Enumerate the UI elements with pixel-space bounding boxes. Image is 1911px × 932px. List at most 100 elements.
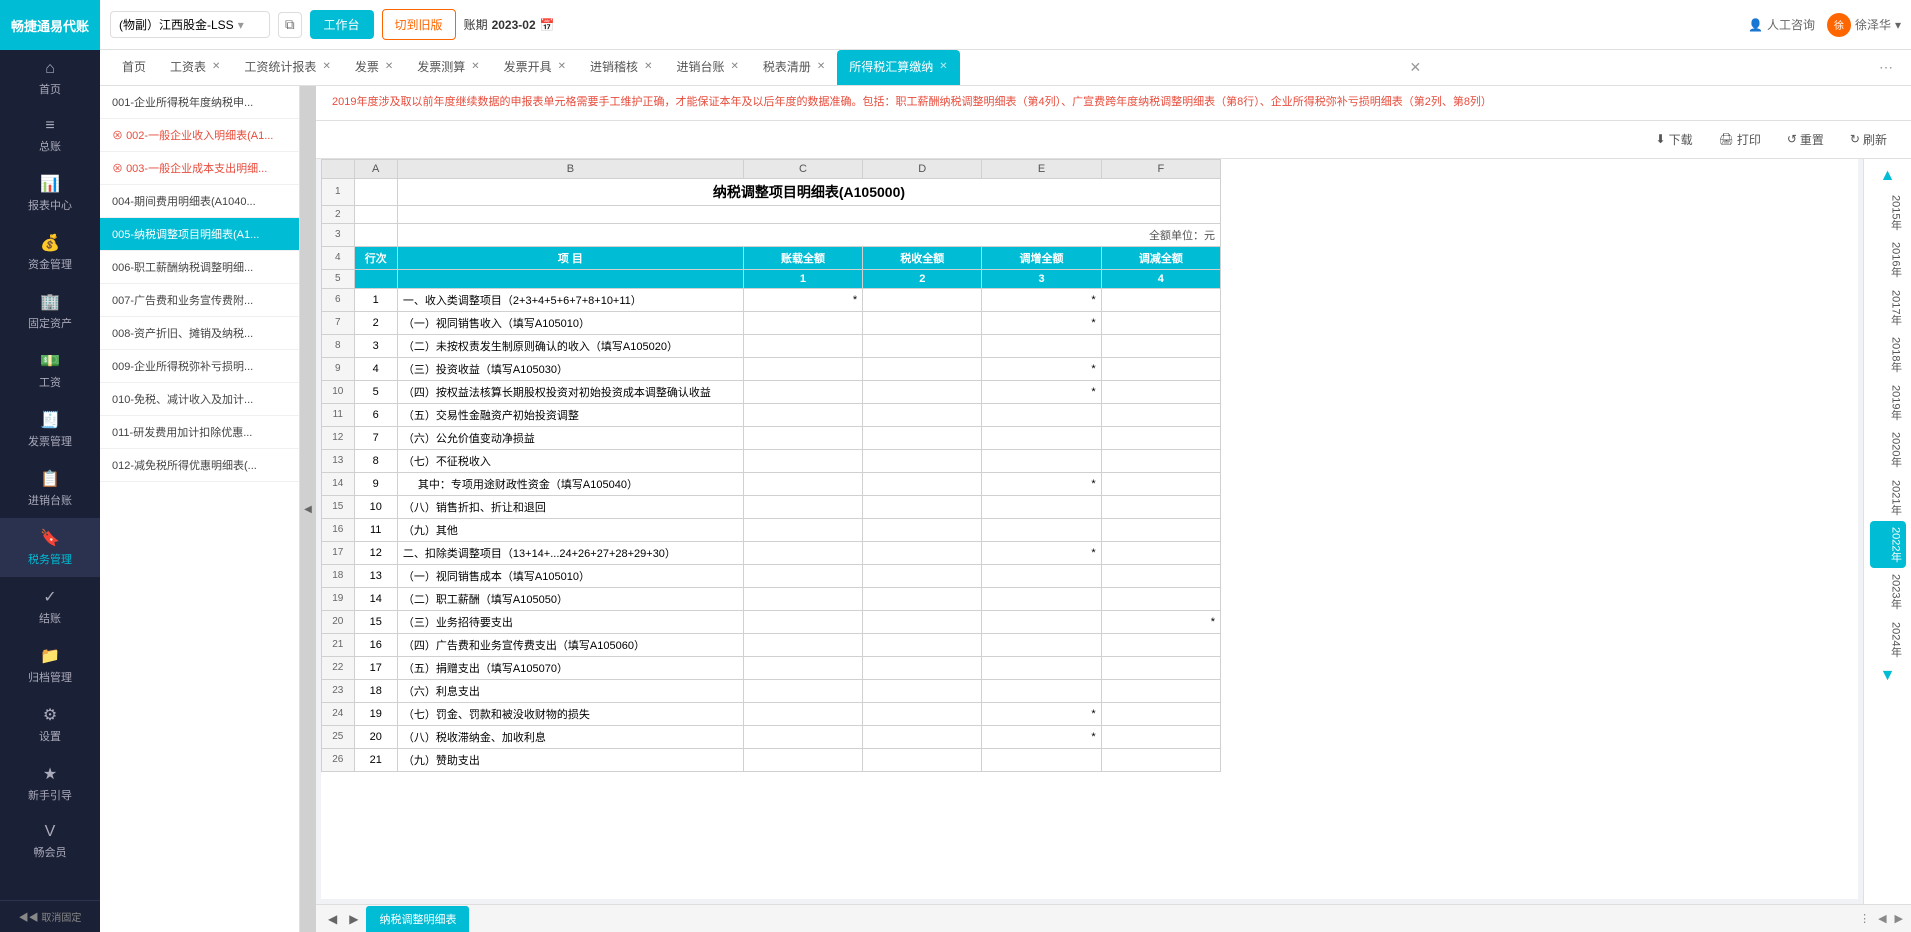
sidebar-item-invoice[interactable]: 🧾 发票管理	[0, 400, 100, 459]
pin-sidebar-button[interactable]: ◀◀ 取消固定	[0, 900, 100, 932]
tab-close-payroll[interactable]: ✕	[212, 61, 220, 72]
sidebar-item-payroll[interactable]: 💵 工资	[0, 341, 100, 400]
sidebar-item-finance[interactable]: 💰 资金管理	[0, 223, 100, 282]
left-panel-item-004[interactable]: 004-期间费用明细表(A1040...	[100, 185, 299, 218]
topbar: (物副）江西股金-LSS ▾ ⧉ 工作台 切到旧版 账期 2023-02 📅 👤…	[100, 0, 1911, 50]
tabs-overflow-button[interactable]: ⋯	[1871, 55, 1901, 80]
col-header-d: D	[863, 159, 982, 178]
sheet-nav-left[interactable]: ◀	[324, 910, 341, 928]
year-2022[interactable]: 2022年	[1870, 521, 1906, 568]
sheet-tab-adjustment[interactable]: 纳税调整明细表	[366, 906, 469, 932]
tab-invoice-calc[interactable]: 发票测算 ✕	[405, 50, 491, 85]
left-panel-item-009[interactable]: 009-企业所得税弥补亏损明...	[100, 350, 299, 383]
tab-invoice[interactable]: 发票 ✕	[343, 50, 405, 85]
year-2024[interactable]: 2024年	[1870, 616, 1906, 663]
tab-payroll-stats[interactable]: 工资统计报表 ✕	[232, 50, 342, 85]
tab-tax-list[interactable]: 税表清册 ✕	[751, 50, 837, 85]
left-panel-item-006[interactable]: 006-职工薪酬纳税调整明细...	[100, 251, 299, 284]
table-scroll[interactable]: A B C D E F 1	[321, 159, 1858, 899]
copy-button[interactable]: ⧉	[278, 12, 302, 38]
period-label: 账期 2023-02 📅	[464, 16, 555, 33]
print-button[interactable]: 🖨 打印	[1711, 127, 1769, 152]
refresh-button[interactable]: ↻ 刷新	[1842, 127, 1895, 152]
left-panel-item-008[interactable]: 008-资产折旧、摊销及纳税...	[100, 317, 299, 350]
sidebar-item-reports[interactable]: 📊 报表中心	[0, 164, 100, 223]
sidebar-item-assets[interactable]: 🏢 固定资产	[0, 282, 100, 341]
sidebar-item-close[interactable]: ✓ 结账	[0, 577, 100, 636]
reset-icon: ↺	[1787, 132, 1797, 146]
sidebar-item-ledger[interactable]: ≡ 总账	[0, 107, 100, 164]
left-panel-item-005[interactable]: 005-纳税调整项目明细表(A1...	[100, 218, 299, 251]
sidebar-item-member[interactable]: V 畅会员	[0, 813, 100, 870]
table-row: 11 6 （五）交易性金融资产初始投资调整	[322, 403, 1221, 426]
tab-purchase-sales-check[interactable]: 进销稽核 ✕	[578, 50, 664, 85]
sidebar-item-guide[interactable]: ★ 新手引导	[0, 754, 100, 813]
tab-close-payroll-stats[interactable]: ✕	[322, 61, 330, 72]
tab-close-ps-ledger[interactable]: ✕	[730, 61, 738, 72]
company-selector[interactable]: (物副）江西股金-LSS ▾	[110, 11, 270, 38]
tab-close-tax-list[interactable]: ✕	[817, 61, 825, 72]
sheet-nav-right[interactable]: ▶	[345, 910, 362, 928]
year-2019[interactable]: 2019年	[1870, 379, 1906, 426]
left-panel-item-007[interactable]: 007-广告费和业务宣传费附...	[100, 284, 299, 317]
left-panel-item-003[interactable]: 003-一般企业成本支出明细...	[100, 152, 299, 185]
reports-icon: 📊	[40, 174, 60, 194]
year-2021[interactable]: 2021年	[1870, 474, 1906, 521]
sidebar-item-settings[interactable]: ⚙ 设置	[0, 695, 100, 754]
tab-income-tax[interactable]: 所得税汇算缴纳 ✕	[837, 50, 959, 85]
year-up-button[interactable]: ▲	[1876, 163, 1900, 189]
tab-home[interactable]: 首页	[110, 50, 158, 85]
sales-ledger-icon: 📋	[40, 469, 60, 489]
year-2017[interactable]: 2017年	[1870, 284, 1906, 331]
table-row: 13 8 （七）不征税收入	[322, 449, 1221, 472]
download-icon: ⬇	[1656, 132, 1666, 146]
left-panel-item-001[interactable]: 001-企业所得税年度纳税申...	[100, 86, 299, 119]
col-header-rownum	[322, 159, 355, 178]
table-row: 3 全额单位：元	[322, 223, 1221, 246]
tab-close-invoice-issue[interactable]: ✕	[558, 61, 566, 72]
sidebar: 畅捷通易代账 ⌂ 首页 ≡ 总账 📊 报表中心 💰 资金管理 🏢 固定资产 💵 …	[0, 0, 100, 932]
tab-close-income-tax[interactable]: ✕	[939, 61, 947, 72]
left-panel-item-002[interactable]: 002-一般企业收入明细表(A1...	[100, 119, 299, 152]
close-all-tabs-button[interactable]: ✕	[1401, 55, 1429, 80]
col-header-f: F	[1101, 159, 1220, 178]
period-edit-icon[interactable]: 📅	[540, 18, 555, 32]
tab-close-invoice-calc[interactable]: ✕	[471, 61, 479, 72]
sidebar-item-sales-ledger[interactable]: 📋 进销台账	[0, 459, 100, 518]
collapse-panel-button[interactable]: ◀	[300, 86, 316, 932]
tab-payroll[interactable]: 工资表 ✕	[158, 50, 232, 85]
tab-close-invoice[interactable]: ✕	[385, 61, 393, 72]
table-row: 22 17 （五）捐赠支出（填写A105070）	[322, 656, 1221, 679]
close-period-icon: ✓	[43, 587, 56, 607]
year-2020[interactable]: 2020年	[1870, 426, 1906, 473]
year-2018[interactable]: 2018年	[1870, 331, 1906, 378]
left-panel-item-011[interactable]: 011-研发费用加计扣除优惠...	[100, 416, 299, 449]
download-button[interactable]: ⬇ 下载	[1648, 127, 1701, 152]
table-row: 10 5 （四）按权益法核算长期股权投资对初始投资成本调整确认收益 *	[322, 380, 1221, 403]
user-menu[interactable]: 徐 徐泽华 ▾	[1827, 13, 1901, 37]
sidebar-item-archive[interactable]: 📁 归档管理	[0, 636, 100, 695]
table-row: 6 1 一、收入类调整项目（2+3+4+5+6+7+8+10+11） * *	[322, 288, 1221, 311]
support-button[interactable]: 👤 人工咨询	[1748, 16, 1815, 33]
workbench-button[interactable]: 工作台	[310, 10, 374, 39]
sidebar-item-tax[interactable]: 🔖 税务管理	[0, 518, 100, 577]
tab-purchase-sales-ledger[interactable]: 进销台账 ✕	[664, 50, 750, 85]
table-area: A B C D E F 1	[316, 159, 1911, 904]
tab-close-ps-check[interactable]: ✕	[644, 61, 652, 72]
reset-button[interactable]: ↺ 重置	[1779, 127, 1832, 152]
tab-invoice-issue[interactable]: 发票开具 ✕	[492, 50, 578, 85]
table-row: 26 21 （九）赞助支出	[322, 748, 1221, 771]
print-icon: 🖨	[1719, 132, 1734, 146]
year-down-button[interactable]: ▼	[1876, 663, 1900, 689]
year-2016[interactable]: 2016年	[1870, 236, 1906, 283]
left-panel-item-012[interactable]: 012-减免税所得优惠明细表(...	[100, 449, 299, 482]
year-2015[interactable]: 2015年	[1870, 189, 1906, 236]
col-header-c: C	[743, 159, 862, 178]
table-row: 14 9 其中：专项用途财政性资金（填写A105040） *	[322, 472, 1221, 495]
table-row: 4 行次 项 目 账载全额 税收全额 调增全额 调减全额	[322, 246, 1221, 269]
sidebar-item-home[interactable]: ⌂ 首页	[0, 50, 100, 107]
left-panel-item-010[interactable]: 010-免税、减计收入及加计...	[100, 383, 299, 416]
old-version-button[interactable]: 切到旧版	[382, 9, 456, 40]
table-row: 9 4 （三）投资收益（填写A105030） *	[322, 357, 1221, 380]
year-2023[interactable]: 2023年	[1870, 568, 1906, 615]
